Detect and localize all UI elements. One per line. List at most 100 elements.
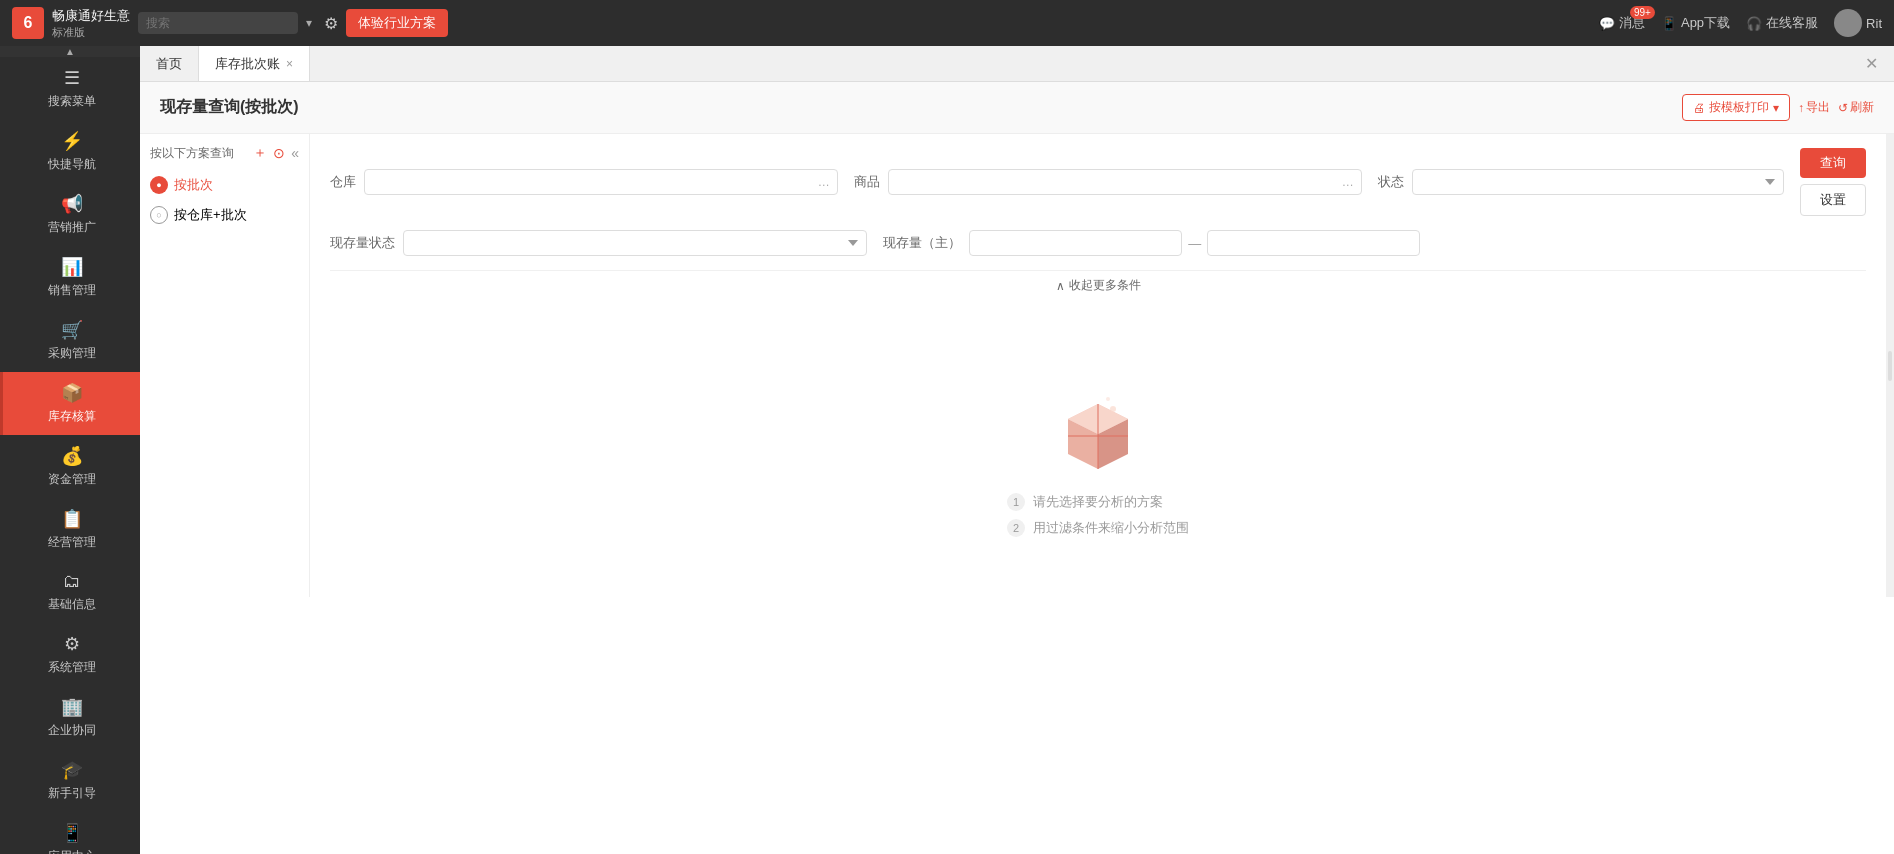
tab-inventory-batch-label: 库存批次账 — [215, 55, 280, 73]
tabbar-close-all[interactable]: ✕ — [1849, 54, 1894, 73]
sidebar-item-guide[interactable]: 🎓 新手引导 — [0, 749, 140, 812]
left-panel: 按以下方案查询 ＋ ⊙ « ● 按批次 ○ 按仓库+批次 — [140, 134, 310, 597]
experience-button[interactable]: 体验行业方案 — [346, 9, 448, 37]
svg-point-6 — [1110, 406, 1116, 412]
status-filter-group: 状态 启用 停用 — [1378, 169, 1784, 195]
sidebar-item-basic[interactable]: 🗂 基础信息 — [0, 561, 140, 623]
app-logo: 6 — [12, 7, 44, 39]
main-layout: ▲ ☰ 搜索菜单 ⚡ 快捷导航 📢 营销推广 📊 销售管理 🛒 采购管理 📦 库… — [0, 46, 1894, 854]
inventory-icon: 📦 — [61, 382, 83, 404]
app-download-button[interactable]: 📱 App下载 — [1661, 14, 1730, 32]
warehouse-input-wrap: … — [364, 169, 838, 195]
appstore-icon: 📱 — [61, 822, 83, 844]
sidebar-item-finance[interactable]: 💰 资金管理 — [0, 435, 140, 498]
printer-icon: 🖨 — [1693, 101, 1705, 115]
export-button[interactable]: ↑ 导出 — [1798, 99, 1830, 116]
sidebar-item-enterprise[interactable]: 🏢 企业协同 — [0, 686, 140, 749]
basic-icon: 🗂 — [63, 571, 81, 592]
user-profile-button[interactable]: Rit — [1834, 9, 1882, 37]
topbar-right: 💬 消息 99+ 📱 App下载 🎧 在线客服 Rit — [1599, 9, 1882, 37]
app-download-label: App下载 — [1681, 14, 1730, 32]
collapse-more-button[interactable]: ∧ 收起更多条件 — [330, 270, 1866, 300]
username-label: Rit — [1866, 16, 1882, 31]
inventory-qty-to[interactable] — [1207, 230, 1420, 256]
messages-button[interactable]: 💬 消息 99+ — [1599, 14, 1645, 32]
filter-row-1: 仓库 … 商品 … — [330, 148, 1866, 216]
sidebar-item-search[interactable]: ☰ 搜索菜单 — [0, 57, 140, 120]
avatar — [1834, 9, 1862, 37]
warehouse-label: 仓库 — [330, 173, 356, 191]
collapse-panel-icon[interactable]: « — [291, 145, 299, 161]
sidebar-item-system[interactable]: ⚙ 系统管理 — [0, 623, 140, 686]
plan-item-warehouse-batch[interactable]: ○ 按仓库+批次 — [140, 200, 309, 230]
sidebar-scroll-up[interactable]: ▲ — [0, 46, 140, 57]
app-version: 标准版 — [52, 25, 130, 40]
tab-home-label: 首页 — [156, 55, 182, 73]
left-panel-header: 按以下方案查询 ＋ ⊙ « — [140, 144, 309, 170]
tab-close-icon[interactable]: × — [286, 57, 293, 71]
sidebar-label-appstore: 应用中心 — [48, 848, 96, 854]
warehouse-filter-group: 仓库 … — [330, 169, 838, 195]
filters-layout: 按以下方案查询 ＋ ⊙ « ● 按批次 ○ 按仓库+批次 — [140, 134, 1894, 597]
sidebar-item-shortcut[interactable]: ⚡ 快捷导航 — [0, 120, 140, 183]
collapse-up-icon: ∧ — [1056, 279, 1065, 293]
status-label: 状态 — [1378, 173, 1404, 191]
refresh-button[interactable]: ↺ 刷新 — [1838, 99, 1874, 116]
sidebar-label-operations: 经营管理 — [48, 534, 96, 551]
product-label: 商品 — [854, 173, 880, 191]
headset-icon: 🎧 — [1746, 16, 1762, 31]
sidebar-label-shortcut: 快捷导航 — [48, 156, 96, 173]
sidebar-item-appstore[interactable]: 📱 应用中心 — [0, 812, 140, 854]
refresh-icon: ↺ — [1838, 101, 1848, 115]
guide-icon: 🎓 — [61, 759, 83, 781]
sidebar-label-system: 系统管理 — [48, 659, 96, 676]
search-wrap[interactable] — [138, 12, 298, 34]
warehouse-more-icon[interactable]: … — [818, 175, 830, 189]
right-scroll-indicator[interactable] — [1886, 134, 1894, 597]
add-plan-icon[interactable]: ＋ — [253, 144, 267, 162]
inventory-status-select[interactable]: 有库存 无库存 — [403, 230, 867, 256]
gear-icon[interactable]: ⚙ — [324, 14, 338, 33]
product-more-icon[interactable]: … — [1342, 175, 1354, 189]
product-input[interactable] — [888, 169, 1362, 195]
message-icon: 💬 — [1599, 16, 1615, 31]
sidebar-item-inventory[interactable]: 📦 库存核算 — [0, 372, 140, 435]
inventory-qty-from[interactable] — [969, 230, 1182, 256]
hint-num-1: 1 — [1007, 493, 1025, 511]
empty-icon — [1048, 374, 1148, 477]
hint-text-2: 用过滤条件来缩小分析范围 — [1033, 519, 1189, 537]
tab-inventory-batch[interactable]: 库存批次账 × — [199, 46, 310, 81]
settings-button[interactable]: 设置 — [1800, 184, 1866, 216]
print-dropdown-icon[interactable]: ▾ — [1773, 101, 1779, 115]
page-content: 现存量查询(按批次) 🖨 按模板打印 ▾ ↑ 导出 ↺ 刷新 — [140, 82, 1894, 854]
finance-icon: 💰 — [61, 445, 83, 467]
settings-plan-icon[interactable]: ⊙ — [273, 145, 285, 161]
scroll-thumb — [1888, 351, 1892, 381]
sidebar-item-operations[interactable]: 📋 经营管理 — [0, 498, 140, 561]
range-separator: — — [1188, 236, 1201, 251]
page-title: 现存量查询(按批次) — [160, 97, 299, 118]
query-button[interactable]: 查询 — [1800, 148, 1866, 178]
sidebar-item-purchase[interactable]: 🛒 采购管理 — [0, 309, 140, 372]
warehouse-input[interactable] — [364, 169, 838, 195]
right-panel: 仓库 … 商品 … — [310, 134, 1886, 314]
sidebar-label-sales: 销售管理 — [48, 282, 96, 299]
status-select[interactable]: 启用 停用 — [1412, 169, 1784, 195]
enterprise-icon: 🏢 — [61, 696, 83, 718]
sidebar-item-marketing[interactable]: 📢 营销推广 — [0, 183, 140, 246]
shortcut-icon: ⚡ — [61, 130, 83, 152]
online-service-label: 在线客服 — [1766, 14, 1818, 32]
sidebar-label-guide: 新手引导 — [48, 785, 96, 802]
sidebar-item-sales[interactable]: 📊 销售管理 — [0, 246, 140, 309]
tab-home[interactable]: 首页 — [140, 46, 199, 81]
search-input[interactable] — [138, 12, 298, 34]
plan-item-batch[interactable]: ● 按批次 — [140, 170, 309, 200]
left-panel-header-actions: ＋ ⊙ « — [253, 144, 299, 162]
inventory-qty-group: 现存量（主） — — [883, 230, 1420, 256]
online-service-button[interactable]: 🎧 在线客服 — [1746, 14, 1818, 32]
search-dropdown-icon[interactable]: ▾ — [306, 16, 312, 30]
print-button[interactable]: 🖨 按模板打印 ▾ — [1682, 94, 1790, 121]
topbar-brand-info: 畅康通好生意 标准版 — [52, 7, 130, 40]
sidebar-label-finance: 资金管理 — [48, 471, 96, 488]
system-icon: ⚙ — [64, 633, 80, 655]
